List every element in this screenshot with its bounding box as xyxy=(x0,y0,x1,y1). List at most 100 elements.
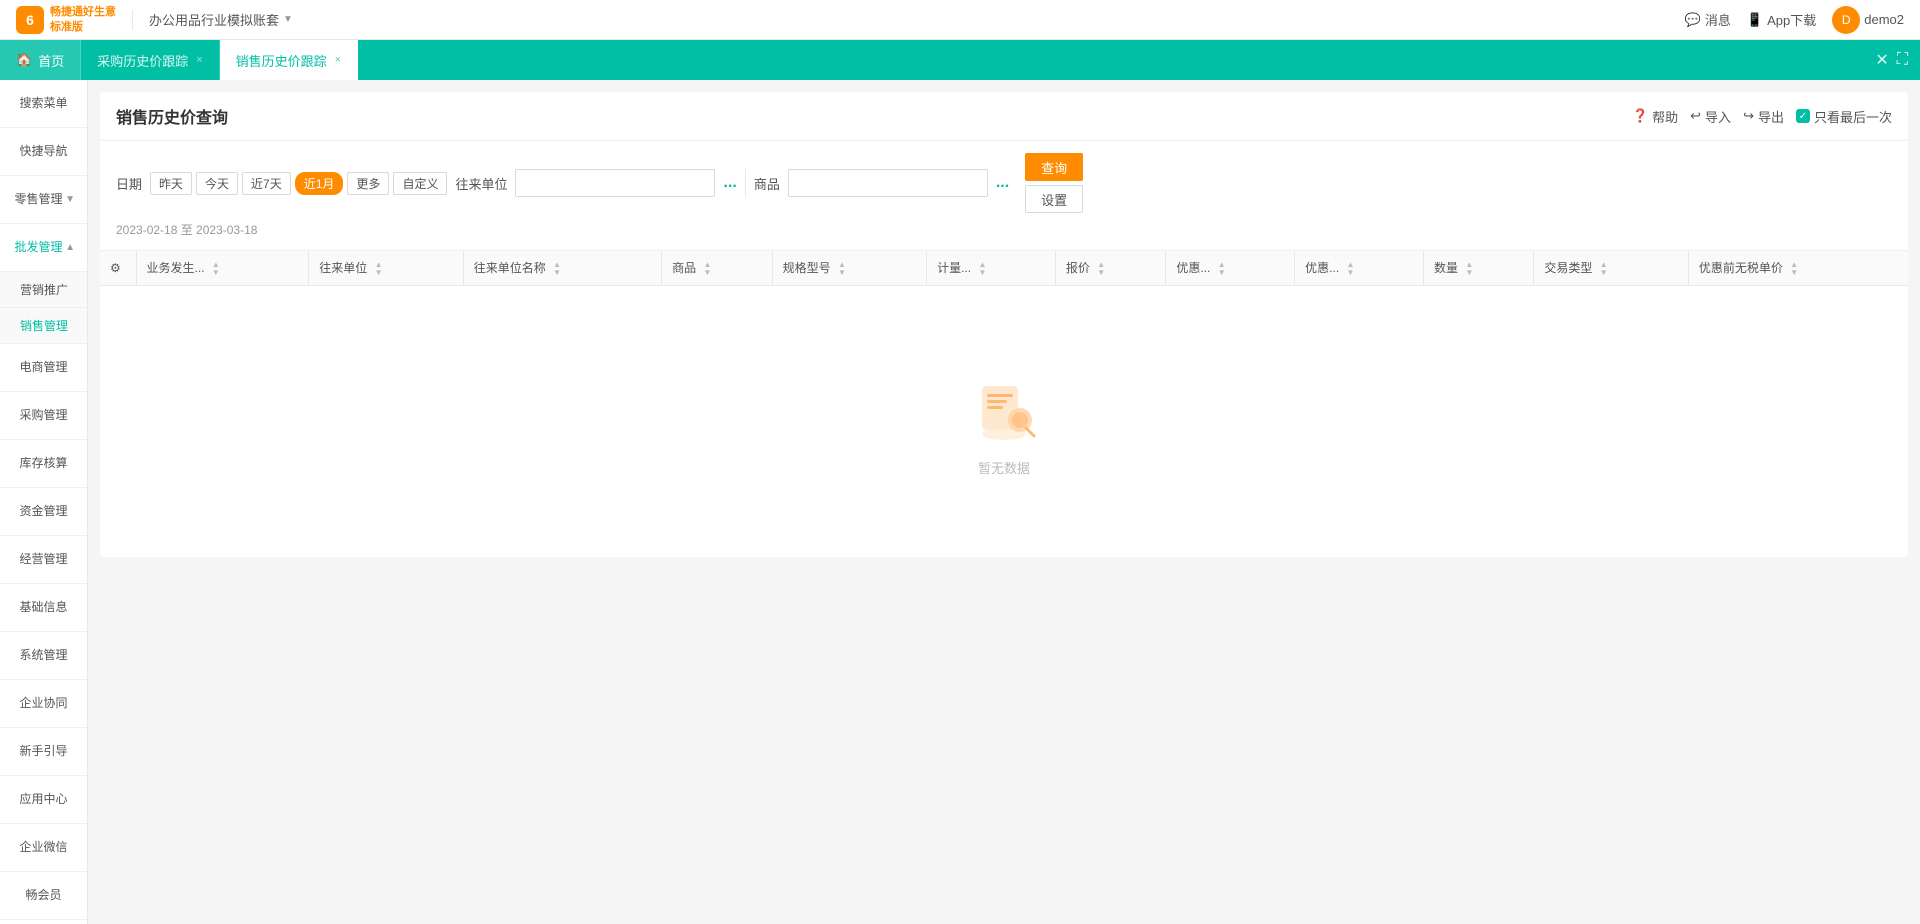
th-product[interactable]: 商品 ▲▼ xyxy=(662,251,772,285)
th-settings[interactable]: ⚙ xyxy=(100,251,136,285)
import-button[interactable]: ↩ 导入 xyxy=(1690,107,1731,126)
settings-gear-icon[interactable]: ⚙ xyxy=(110,261,121,275)
export-button[interactable]: ↪ 导出 xyxy=(1743,107,1784,126)
tab-home[interactable]: 🏠 首页 xyxy=(0,40,81,80)
close-purchase-tab-icon[interactable]: × xyxy=(196,54,202,66)
header-left: 6 畅捷通好生意 标准版 办公用品行业模拟账套 ▼ xyxy=(16,5,293,34)
sort-discount1-icon: ▲▼ xyxy=(1218,261,1226,277)
sidebar-item-operations[interactable]: 经营管理 xyxy=(0,536,87,584)
product-label: 商品 xyxy=(754,174,780,193)
message-icon: 💬 xyxy=(1685,12,1701,28)
export-icon: ↪ xyxy=(1743,108,1754,124)
tab-sales-history[interactable]: 销售历史价跟踪 × xyxy=(220,40,358,80)
maximize-icon[interactable]: ⛶ xyxy=(1897,51,1908,69)
date-btn-yesterday[interactable]: 昨天 xyxy=(150,172,192,195)
help-button[interactable]: ❓ 帮助 xyxy=(1632,107,1678,126)
sidebar: 搜索菜单 快捷导航 零售管理 ▼ 批发管理 ▲ 营销推广 销售管理 电商管理 采… xyxy=(0,80,88,924)
sidebar-item-quick-nav[interactable]: 快捷导航 xyxy=(0,128,87,176)
close-sales-tab-icon[interactable]: × xyxy=(335,54,341,66)
retail-expand-icon: ▼ xyxy=(65,193,75,207)
sidebar-item-enterprise[interactable]: 企业协同 xyxy=(0,680,87,728)
avatar-initial: D xyxy=(1842,13,1851,27)
data-table: ⚙ 业务发生... ▲▼ 往来单位 ▲▼ xyxy=(100,251,1908,286)
logo-area: 6 畅捷通好生意 标准版 xyxy=(16,5,116,34)
sort-from-unit-code-icon: ▲▼ xyxy=(375,261,383,277)
th-from-unit-code[interactable]: 往来单位 ▲▼ xyxy=(309,251,463,285)
home-icon: 🏠 xyxy=(16,52,32,68)
th-from-unit-name[interactable]: 往来单位名称 ▲▼ xyxy=(463,251,661,285)
only-last-checkbox[interactable]: ✓ xyxy=(1796,109,1810,123)
date-filter-label: 日期 xyxy=(116,174,142,193)
date-btn-7days[interactable]: 近7天 xyxy=(242,172,291,195)
sidebar-item-retail-mgmt[interactable]: 零售管理 ▼ xyxy=(0,176,87,224)
product-filter: 商品 ... xyxy=(754,169,1009,197)
sort-discount2-icon: ▲▼ xyxy=(1347,261,1355,277)
import-icon: ↩ xyxy=(1690,108,1701,124)
filter-area: 日期 昨天 今天 近7天 近1月 更多 自定义 往来单位 xyxy=(100,141,1908,251)
table-header: ⚙ 业务发生... ▲▼ 往来单位 ▲▼ xyxy=(100,251,1908,285)
th-pretax-price[interactable]: 优惠前无税单价 ▲▼ xyxy=(1688,251,1908,285)
date-range-display: 2023-02-18 至 2023-03-18 xyxy=(116,221,257,238)
help-icon: ❓ xyxy=(1632,108,1648,124)
close-all-tabs-icon[interactable]: ✕ xyxy=(1875,50,1888,70)
sidebar-item-member[interactable]: 畅会员 xyxy=(0,872,87,920)
logo-icon: 6 xyxy=(16,6,44,34)
logo-text: 畅捷通好生意 标准版 xyxy=(50,5,116,34)
sort-qty-icon: ▲▼ xyxy=(1465,261,1473,277)
top-header: 6 畅捷通好生意 标准版 办公用品行业模拟账套 ▼ 💬 消息 📱 App下载 D… xyxy=(0,0,1920,40)
only-last-checkbox-label[interactable]: ✓ 只看最后一次 xyxy=(1796,107,1892,126)
date-btn-today[interactable]: 今天 xyxy=(196,172,238,195)
sidebar-item-newbie[interactable]: 新手引导 xyxy=(0,728,87,776)
sidebar-item-ecommerce[interactable]: 电商管理 xyxy=(0,344,87,392)
table-container: ⚙ 业务发生... ▲▼ 往来单位 ▲▼ xyxy=(100,251,1908,557)
user-menu[interactable]: D demo2 xyxy=(1832,6,1904,34)
from-unit-picker-icon[interactable]: ... xyxy=(723,174,736,192)
sidebar-item-corp-wechat[interactable]: 企业微信 xyxy=(0,824,87,872)
from-unit-input[interactable] xyxy=(515,169,715,197)
sidebar-item-inventory[interactable]: 库存核算 xyxy=(0,440,87,488)
sort-from-unit-name-icon: ▲▼ xyxy=(553,261,561,277)
header-right: 💬 消息 📱 App下载 D demo2 xyxy=(1685,6,1904,34)
workspace-chevron-icon: ▼ xyxy=(283,14,293,25)
th-biz-date[interactable]: 业务发生... ▲▼ xyxy=(136,251,309,285)
tab-purchase-history[interactable]: 采购历史价跟踪 × xyxy=(81,40,219,80)
th-spec[interactable]: 规格型号 ▲▼ xyxy=(772,251,926,285)
sidebar-sub-item-marketing[interactable]: 营销推广 xyxy=(0,272,87,308)
tab-bar: 🏠 首页 采购历史价跟踪 × 销售历史价跟踪 × ✕ ⛶ xyxy=(0,40,1920,80)
wholesale-submenu: 营销推广 销售管理 xyxy=(0,272,87,344)
sidebar-item-system[interactable]: 系统管理 xyxy=(0,632,87,680)
th-unit[interactable]: 计量... ▲▼ xyxy=(927,251,1056,285)
message-button[interactable]: 💬 消息 xyxy=(1685,10,1731,29)
table-header-row: ⚙ 业务发生... ▲▼ 往来单位 ▲▼ xyxy=(100,251,1908,285)
sidebar-item-search-menu[interactable]: 搜索菜单 xyxy=(0,80,87,128)
sidebar-item-basic-info[interactable]: 基础信息 xyxy=(0,584,87,632)
workspace-selector[interactable]: 办公用品行业模拟账套 ▼ xyxy=(149,10,293,29)
product-picker-icon[interactable]: ... xyxy=(996,174,1009,192)
wholesale-expand-icon: ▲ xyxy=(65,241,75,255)
sidebar-item-finance[interactable]: 资金管理 xyxy=(0,488,87,536)
page-header: 销售历史价查询 ❓ 帮助 ↩ 导入 ↪ 导出 xyxy=(100,92,1908,141)
page-card: 销售历史价查询 ❓ 帮助 ↩ 导入 ↪ 导出 xyxy=(100,92,1908,557)
sort-spec-icon: ▲▼ xyxy=(838,261,846,277)
search-button[interactable]: 查询 xyxy=(1025,153,1083,181)
date-btn-custom[interactable]: 自定义 xyxy=(393,172,447,195)
sort-unit-icon: ▲▼ xyxy=(978,261,986,277)
content-area: 销售历史价查询 ❓ 帮助 ↩ 导入 ↪ 导出 xyxy=(88,80,1920,924)
th-qty[interactable]: 数量 ▲▼ xyxy=(1423,251,1533,285)
th-quote[interactable]: 报价 ▲▼ xyxy=(1055,251,1165,285)
product-input[interactable] xyxy=(788,169,988,197)
filter-settings-button[interactable]: 设置 xyxy=(1025,185,1083,213)
sidebar-sub-item-sales-mgmt[interactable]: 销售管理 xyxy=(0,308,87,344)
sidebar-item-purchase[interactable]: 采购管理 xyxy=(0,392,87,440)
app-download-button[interactable]: 📱 App下载 xyxy=(1747,10,1816,29)
sidebar-item-wholesale-mgmt[interactable]: 批发管理 ▲ xyxy=(0,224,87,272)
date-btn-1month[interactable]: 近1月 xyxy=(295,172,344,195)
sidebar-item-app-center[interactable]: 应用中心 xyxy=(0,776,87,824)
tab-bar-controls: ✕ ⛶ xyxy=(1863,40,1920,80)
date-btn-more[interactable]: 更多 xyxy=(347,172,389,195)
date-filter-buttons: 昨天 今天 近7天 近1月 更多 自定义 xyxy=(150,172,447,195)
th-trade-type[interactable]: 交易类型 ▲▼ xyxy=(1534,251,1688,285)
th-discount2[interactable]: 优惠... ▲▼ xyxy=(1295,251,1424,285)
filter-row-2: 2023-02-18 至 2023-03-18 xyxy=(116,221,1083,238)
th-discount1[interactable]: 优惠... ▲▼ xyxy=(1166,251,1295,285)
